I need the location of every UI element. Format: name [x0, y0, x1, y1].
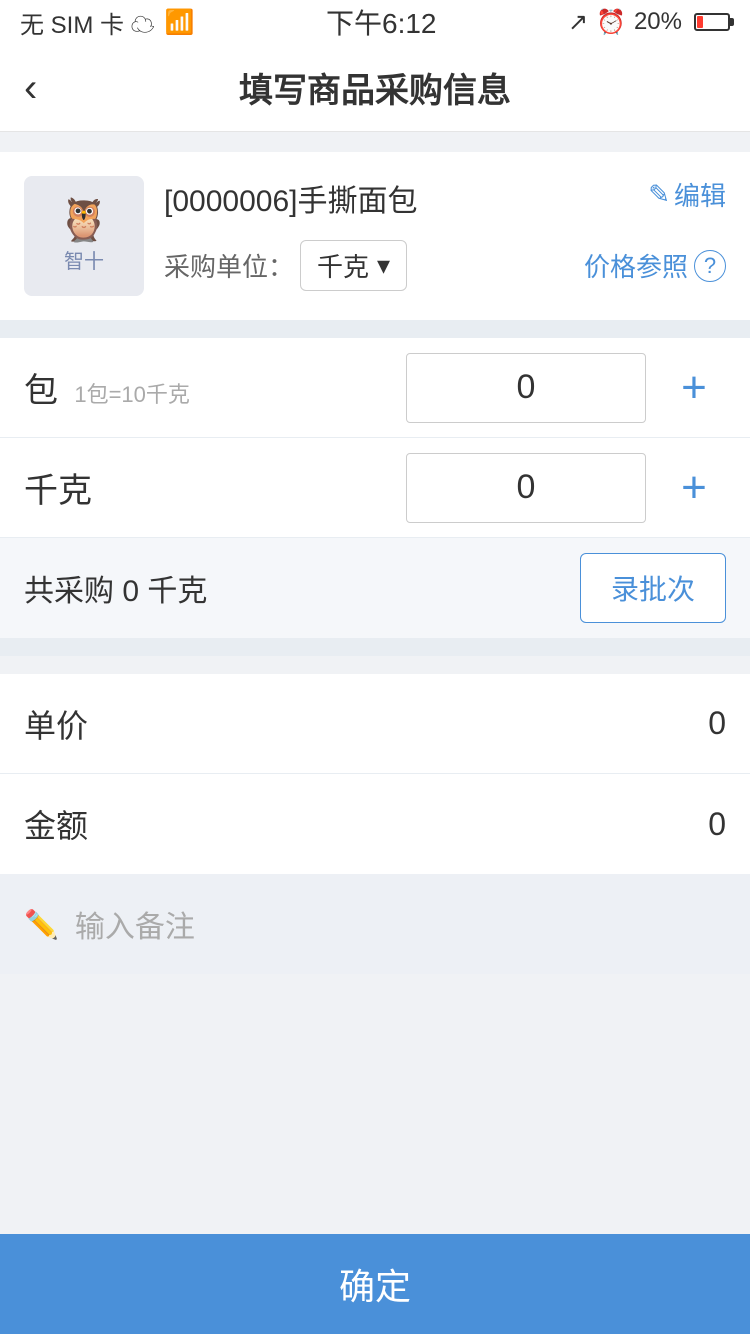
remarks-section[interactable]: ✏️ 输入备注 [0, 874, 750, 974]
bag-label-container: 包 1包=10千克 [24, 363, 190, 412]
kg-label: 千克 [24, 472, 92, 510]
bag-label: 包 [24, 372, 58, 410]
unit-price-label: 单价 [24, 701, 88, 747]
page-title: 填写商品采购信息 [239, 63, 511, 112]
unit-label: 采购单位： [164, 247, 294, 284]
bag-input[interactable] [406, 353, 646, 423]
product-name: [0000006]手撕面包 [164, 176, 417, 220]
sim-status: 无 SIM 卡 ☁ [20, 5, 155, 40]
wifi-icon: 📶 [165, 8, 195, 37]
product-info: [0000006]手撕面包 ✎ 编辑 采购单位： 千克 ▾ 价格参照 ? [164, 176, 726, 291]
nav-bar: ‹ 填写商品采购信息 [0, 44, 750, 132]
status-right: ↗ ⏰ 20% [568, 8, 730, 37]
unit-price-row: 单价 0 [0, 674, 750, 774]
unit-price-value: 0 [708, 705, 726, 742]
info-section: 单价 0 金额 0 [0, 674, 750, 874]
amount-value: 0 [708, 806, 726, 843]
amount-row: 金额 0 [0, 774, 750, 874]
bag-sub-label: 1包=10千克 [74, 382, 190, 407]
battery-icon [694, 13, 730, 31]
unit-select[interactable]: 千克 ▾ [300, 240, 407, 291]
alarm-icon: ⏰ [596, 8, 626, 37]
product-logo-text: 智十 [58, 245, 110, 274]
unit-value: 千克 [317, 247, 369, 284]
bag-plus-button[interactable]: + [662, 356, 726, 420]
edit-button[interactable]: ✎ 编辑 [648, 176, 726, 213]
bag-input-wrapper: + [190, 353, 726, 423]
kg-input-wrapper: + [144, 453, 726, 523]
total-label: 共采购 0 千克 [24, 566, 207, 610]
bag-input-row: 包 1包=10千克 + [0, 338, 750, 438]
kg-input-row: 千克 + [0, 438, 750, 538]
amount-label: 金额 [24, 801, 88, 847]
dropdown-icon: ▾ [377, 250, 390, 281]
kg-plus-button[interactable]: + [662, 456, 726, 520]
product-card: 🦉 智十 [0000006]手撕面包 ✎ 编辑 采购单位： 千克 ▾ 价格参照 … [0, 152, 750, 320]
price-ref-label: 价格参照 [584, 247, 688, 284]
status-time: 下午6:12 [326, 2, 437, 42]
batch-button[interactable]: 录批次 [580, 553, 726, 623]
content-spacer [0, 974, 750, 1274]
pencil-icon: ✏️ [24, 908, 59, 941]
back-button[interactable]: ‹ [24, 68, 37, 108]
status-bar: 无 SIM 卡 ☁ 📶 下午6:12 ↗ ⏰ 20% [0, 0, 750, 44]
remarks-placeholder: 输入备注 [75, 902, 195, 946]
status-left: 无 SIM 卡 ☁ 📶 [20, 5, 195, 40]
battery-percent: 20% [634, 8, 682, 36]
price-ref-button[interactable]: 价格参照 ? [584, 247, 726, 284]
kg-label-container: 千克 [24, 463, 144, 512]
section-separator-1 [0, 320, 750, 338]
total-row: 共采购 0 千克 录批次 [0, 538, 750, 638]
kg-input[interactable] [406, 453, 646, 523]
edit-icon: ✎ [648, 179, 670, 210]
input-section: 包 1包=10千克 + 千克 + [0, 338, 750, 538]
section-separator-2 [0, 638, 750, 656]
product-image: 🦉 智十 [24, 176, 144, 296]
edit-label: 编辑 [674, 176, 726, 213]
price-ref-help-icon: ? [694, 250, 726, 282]
location-icon: ↗ [568, 8, 588, 37]
product-logo: 🦉 [58, 199, 110, 241]
confirm-button[interactable]: 确定 [0, 1234, 750, 1334]
